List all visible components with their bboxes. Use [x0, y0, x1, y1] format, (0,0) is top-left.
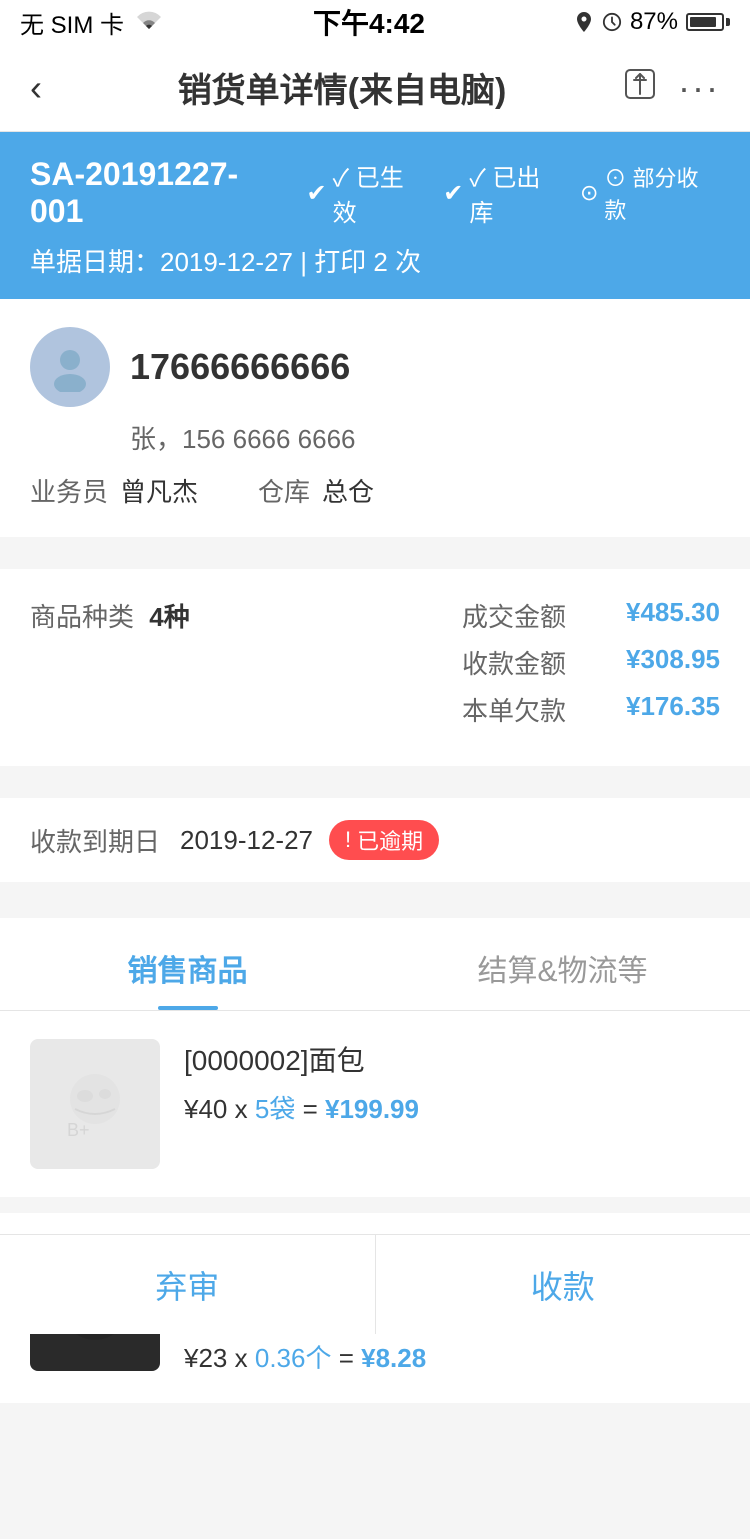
- order-header-banner: SA-20191227-001 ✔ ✓ 已生效 ✔ ✓ 已出库 ⊙ ⊙ 部分收款…: [0, 132, 750, 299]
- order-sub-info: 单据日期：2019-12-27 | 打印 2 次: [30, 242, 720, 279]
- check-icon-2: ✔: [443, 179, 463, 208]
- cancel-label: 弃审: [155, 1262, 219, 1308]
- category-count: 4种: [149, 602, 189, 632]
- product-price-bread: ¥40 x 5袋 = ¥199.99: [184, 1089, 720, 1126]
- separator-2: [0, 782, 750, 798]
- price-base-cookie: ¥23: [184, 1343, 227, 1373]
- staff-label: 业务员: [30, 472, 108, 509]
- partial-icon: ⊙: [580, 180, 598, 206]
- product-name-bread: [0000002]面包: [184, 1039, 720, 1079]
- price-base-bread: ¥40: [184, 1094, 227, 1124]
- bottom-spacer: [0, 1419, 750, 1539]
- status-time: 下午4:42: [313, 2, 425, 42]
- due-date-label: 收款到期日: [30, 822, 160, 859]
- amount-label: 成交金额: [462, 597, 566, 634]
- customer-contact: 张，156 6666 6666: [30, 419, 720, 456]
- summary-card: 商品种类 4种 成交金额 ¥485.30 收款金额 ¥308.95 本单欠款 ¥…: [0, 569, 750, 766]
- warehouse-name: 总仓: [322, 472, 374, 509]
- wifi-icon: [134, 11, 164, 33]
- tab-settlement[interactable]: 结算&物流等: [375, 918, 750, 1010]
- received-label: 收款金额: [462, 644, 566, 681]
- amount-info: 成交金额 ¥485.30 收款金额 ¥308.95 本单欠款 ¥176.35: [462, 597, 720, 738]
- status-right: 87%: [574, 8, 730, 36]
- category-info: 商品种类 4种: [30, 597, 190, 634]
- order-id: SA-20191227-001: [30, 156, 291, 230]
- status-bar: 无 SIM 卡 下午4:42 87%: [0, 0, 750, 44]
- battery-indicator: [686, 13, 730, 31]
- clock-icon: [602, 11, 622, 33]
- owed-row: 本单欠款 ¥176.35: [462, 691, 720, 728]
- customer-meta: 业务员 曾凡杰 仓库 总仓: [30, 472, 720, 509]
- product-tabs: 销售商品 结算&物流等: [0, 918, 750, 1011]
- warehouse-info: 仓库 总仓: [258, 472, 374, 509]
- banner-top-row: SA-20191227-001 ✔ ✓ 已生效 ✔ ✓ 已出库 ⊙ ⊙ 部分收款: [30, 156, 720, 230]
- amount-value: ¥485.30: [626, 597, 720, 634]
- qty-cookie: 0.36个: [255, 1343, 332, 1373]
- owed-label: 本单欠款: [462, 691, 566, 728]
- check-icon-1: ✔: [307, 179, 327, 208]
- received-row: 收款金额 ¥308.95: [462, 644, 720, 681]
- battery-label: 87%: [630, 8, 678, 36]
- svg-text:B+: B+: [67, 1120, 90, 1140]
- category-label: 商品种类: [30, 602, 134, 632]
- collect-payment-button[interactable]: 收款: [376, 1235, 750, 1334]
- due-date-value: 2019-12-27: [180, 825, 313, 856]
- staff-info: 业务员 曾凡杰: [30, 472, 198, 509]
- carrier-label: 无 SIM 卡: [20, 5, 124, 40]
- customer-avatar: [30, 327, 110, 407]
- tab-sales-products[interactable]: 销售商品: [0, 918, 375, 1010]
- qty-bread: 5袋: [255, 1094, 295, 1124]
- separator-1: [0, 553, 750, 569]
- tab-sales-label: 销售商品: [128, 955, 248, 988]
- confirm-label: 收款: [531, 1262, 595, 1308]
- total-bread: ¥199.99: [325, 1094, 419, 1124]
- warehouse-label: 仓库: [258, 472, 310, 509]
- product-list: B+ [0000002]面包 ¥40 x 5袋 = ¥199.99: [0, 1011, 750, 1403]
- more-button[interactable]: ···: [678, 67, 720, 109]
- product-image-bread: B+: [30, 1039, 160, 1169]
- nav-bar: ‹ 销货单详情(来自电脑) ···: [0, 44, 750, 132]
- owed-value: ¥176.35: [626, 691, 720, 728]
- product-item: B+ [0000002]面包 ¥40 x 5袋 = ¥199.99: [0, 1011, 750, 1197]
- customer-card: 17666666666 张，156 6666 6666 业务员 曾凡杰 仓库 总…: [0, 299, 750, 537]
- overdue-icon: !: [345, 827, 351, 853]
- location-icon: [574, 11, 594, 33]
- product-price-cookie: ¥23 x 0.36个 = ¥8.28: [184, 1338, 720, 1375]
- separator-3: [0, 902, 750, 918]
- received-value: ¥308.95: [626, 644, 720, 681]
- status-badge-partial: ⊙ ⊙ 部分收款: [580, 161, 720, 225]
- total-cookie: ¥8.28: [361, 1343, 426, 1373]
- product-info-bread: [0000002]面包 ¥40 x 5袋 = ¥199.99: [184, 1039, 720, 1126]
- share-button[interactable]: [622, 66, 658, 110]
- tab-settlement-label: 结算&物流等: [477, 955, 647, 988]
- page-title: 销货单详情(来自电脑): [62, 63, 622, 112]
- customer-header-row: 17666666666: [30, 327, 720, 407]
- overdue-badge: ! 已逾期: [329, 820, 439, 860]
- bottom-bar: 弃审 收款: [0, 1234, 750, 1334]
- back-button[interactable]: ‹: [30, 67, 62, 109]
- status-badge-shipped: ✔ ✓ 已出库: [443, 158, 564, 228]
- cancel-review-button[interactable]: 弃审: [0, 1235, 376, 1334]
- status-left: 无 SIM 卡: [20, 5, 164, 40]
- amount-row: 成交金额 ¥485.30: [462, 597, 720, 634]
- customer-phone: 17666666666: [130, 346, 350, 388]
- overdue-text: 已逾期: [357, 824, 423, 856]
- due-date-card: 收款到期日 2019-12-27 ! 已逾期: [0, 798, 750, 882]
- staff-name: 曾凡杰: [120, 472, 198, 509]
- nav-actions: ···: [622, 66, 720, 110]
- status-badge-active: ✔ ✓ 已生效: [307, 158, 428, 228]
